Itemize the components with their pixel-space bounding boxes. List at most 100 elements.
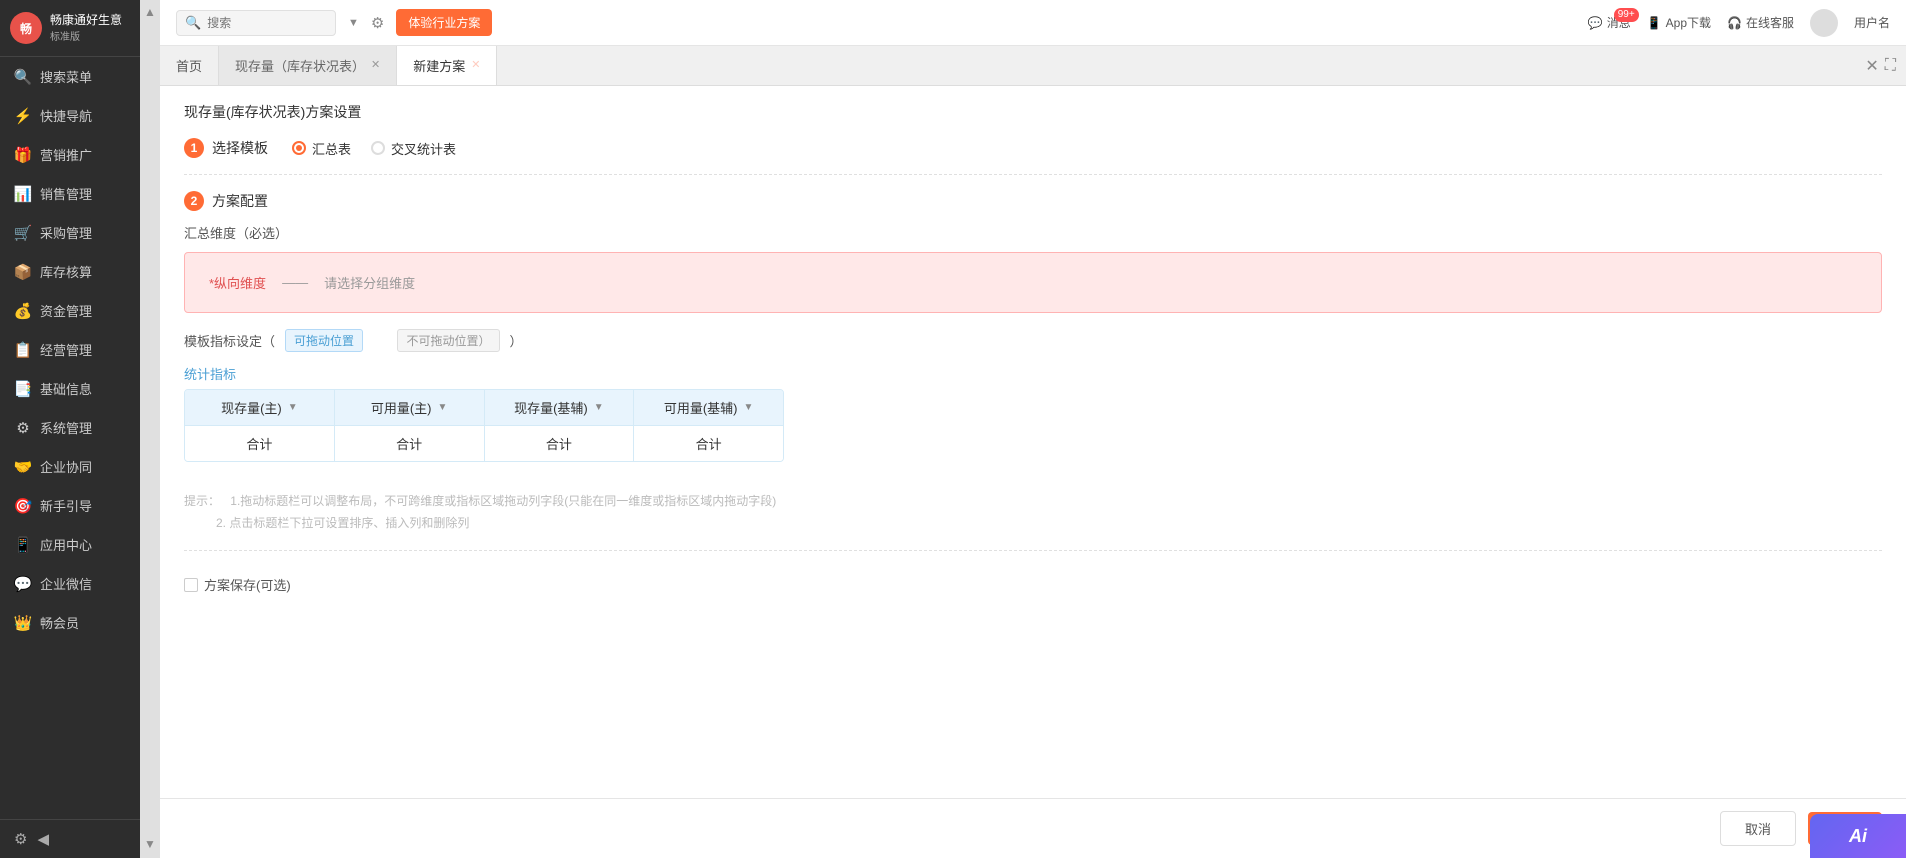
stats-section: 统计指标 现存量(主) ▼ 可用量(主) ▼ <box>184 364 1882 465</box>
stats-col0-label: 现存量(主) <box>221 398 282 417</box>
app-download-button[interactable]: 📱 App下载 <box>1647 14 1711 31</box>
indicator-close-paren: ） <box>510 331 523 350</box>
stats-col0-chevron[interactable]: ▼ <box>288 402 298 413</box>
vip-icon: 👑 <box>14 614 32 632</box>
trial-button[interactable]: 体验行业方案 <box>396 9 492 36</box>
sidebar-item-label: 企业微信 <box>40 574 92 593</box>
quick-nav-icon: ⚡ <box>14 107 32 125</box>
tab-new-scheme[interactable]: 新建方案 ✕ <box>397 46 497 85</box>
sidebar-item-label: 库存核算 <box>40 262 92 281</box>
page-title: 现存量(库存状况表)方案设置 <box>184 102 1882 122</box>
stats-body-row-0: 合计 合计 合计 合计 <box>185 425 783 461</box>
search-box[interactable]: 🔍 <box>176 10 336 36</box>
cancel-button[interactable]: 取消 <box>1720 811 1796 846</box>
sidebar-nav: 🔍 搜索菜单 ⚡ 快捷导航 🎁 营销推广 📊 销售管理 🛒 采购管理 📦 库存核… <box>0 57 140 819</box>
tab-new-scheme-close-icon[interactable]: ✕ <box>471 60 480 71</box>
tab-expand-icon[interactable]: ⛶ <box>1885 57 1896 75</box>
sidebar-item-label: 采购管理 <box>40 223 92 242</box>
ai-badge-label: Ai <box>1849 826 1867 847</box>
footer-settings-icon[interactable]: ⚙ <box>14 830 27 848</box>
app-center-icon: 📱 <box>14 536 32 554</box>
tab-home[interactable]: 首页 <box>160 46 219 85</box>
stats-header-cell-2[interactable]: 现存量(基辅) ▼ <box>485 390 635 425</box>
service-label: 在线客服 <box>1746 14 1794 31</box>
app-name: 畅康通好生意 <box>50 13 122 29</box>
indicator-settings-label: 模板指标设定（ 可拖动位置 不可拖动位置） ） <box>184 329 1882 352</box>
topbar: 🔍 ▼ ⚙ 体验行业方案 💬 消息 99+ 📱 App下载 🎧 在线客服 用户名 <box>160 0 1906 46</box>
section1-title: 选择模板 <box>212 138 268 158</box>
stats-header-cell-3[interactable]: 可用量(基辅) ▼ <box>634 390 783 425</box>
app-name-block: 畅康通好生意 标准版 <box>50 13 122 44</box>
tips-text-2: 2. 点击标题栏下拉可设置排序、插入列和删除列 <box>184 513 469 535</box>
sidebar-item-label: 销售管理 <box>40 184 92 203</box>
section-divider-1 <box>184 174 1882 175</box>
sidebar-item-system[interactable]: ⚙ 系统管理 <box>0 408 140 447</box>
sidebar-item-operation[interactable]: 📋 经营管理 <box>0 330 140 369</box>
inventory-icon: 📦 <box>14 263 32 281</box>
search-menu-icon: 🔍 <box>14 68 32 86</box>
stats-cell-0-1: 合计 <box>335 426 485 461</box>
sidebar-item-quick-nav[interactable]: ⚡ 快捷导航 <box>0 96 140 135</box>
sidebar-item-finance[interactable]: 💰 资金管理 <box>0 291 140 330</box>
dimension-area[interactable]: *纵向维度 —— 请选择分组维度 <box>184 252 1882 313</box>
tab-close-all-icon[interactable]: ✕ <box>1865 56 1878 76</box>
search-icon: 🔍 <box>185 15 201 31</box>
dimension-placeholder: 请选择分组维度 <box>324 273 415 292</box>
tips-item-1: 提示： 1.拖动标题栏可以调整布局，不可跨维度或指标区域拖动列字段(只能在同一维… <box>184 491 1882 513</box>
sidebar-item-label: 应用中心 <box>40 535 92 554</box>
scroll-down-arrow[interactable]: ▼ <box>144 834 156 856</box>
stats-col3-chevron[interactable]: ▼ <box>744 402 754 413</box>
stats-header-cell-0[interactable]: 现存量(主) ▼ <box>185 390 335 425</box>
save-label: 方案保存(可选) <box>204 575 291 594</box>
marketing-icon: 🎁 <box>14 146 32 164</box>
sidebar-item-new-guide[interactable]: 🎯 新手引导 <box>0 486 140 525</box>
sidebar-item-label: 经营管理 <box>40 340 92 359</box>
sidebar-item-cooperation[interactable]: 🤝 企业协同 <box>0 447 140 486</box>
ai-badge[interactable]: Ai <box>1810 814 1906 858</box>
sidebar-item-vip[interactable]: 👑 畅会员 <box>0 603 140 642</box>
section-template: 1 选择模板 汇总表 交叉统计表 <box>184 138 1882 158</box>
search-dropdown-icon[interactable]: ▼ <box>348 17 359 29</box>
section2-number: 2 <box>184 191 204 211</box>
avatar[interactable] <box>1810 9 1838 37</box>
dimension-required-text: *纵向维度 <box>209 273 266 292</box>
gear-icon[interactable]: ⚙ <box>371 14 384 32</box>
sidebar-item-app-center[interactable]: 📱 应用中心 <box>0 525 140 564</box>
action-bar: 取消 查询 <box>160 798 1906 858</box>
main-area: 🔍 ▼ ⚙ 体验行业方案 💬 消息 99+ 📱 App下载 🎧 在线客服 用户名 <box>160 0 1906 858</box>
radio-summary[interactable]: 汇总表 <box>292 139 351 158</box>
radio-cross-dot <box>371 141 385 155</box>
footer-collapse-icon[interactable]: ◀ <box>37 830 49 848</box>
app-logo-icon: 畅 <box>10 12 42 44</box>
sidebar-item-basic-info[interactable]: 📑 基础信息 <box>0 369 140 408</box>
sidebar-item-purchase[interactable]: 🛒 采购管理 <box>0 213 140 252</box>
save-checkbox[interactable] <box>184 578 198 592</box>
stats-header-cell-1[interactable]: 可用量(主) ▼ <box>335 390 485 425</box>
sidebar-item-wechat[interactable]: 💬 企业微信 <box>0 564 140 603</box>
message-button[interactable]: 💬 消息 99+ <box>1588 14 1631 31</box>
radio-cross[interactable]: 交叉统计表 <box>371 139 456 158</box>
operation-icon: 📋 <box>14 341 32 359</box>
username[interactable]: 用户名 <box>1854 14 1890 31</box>
tips-title: 提示： <box>184 494 227 508</box>
sidebar-item-marketing[interactable]: 🎁 营销推广 <box>0 135 140 174</box>
indicator-draggable-tag: 可拖动位置 <box>285 329 363 352</box>
indicator-separator <box>373 333 387 348</box>
tab-inventory-status[interactable]: 现存量（库存状况表） ✕ <box>219 46 397 85</box>
stats-col2-label: 现存量(基辅) <box>514 398 588 417</box>
search-input[interactable] <box>207 16 327 30</box>
stats-col3-label: 可用量(基辅) <box>664 398 738 417</box>
sidebar-logo: 畅 畅康通好生意 标准版 <box>0 0 140 57</box>
tab-inventory-close-icon[interactable]: ✕ <box>371 60 380 71</box>
stats-col2-chevron[interactable]: ▼ <box>594 402 604 413</box>
sidebar-item-label: 企业协同 <box>40 457 92 476</box>
stats-col1-chevron[interactable]: ▼ <box>438 402 448 413</box>
save-area: 方案保存(可选) <box>184 575 1882 594</box>
scroll-up-arrow[interactable]: ▲ <box>144 2 156 24</box>
cooperation-icon: 🤝 <box>14 458 32 476</box>
online-service-button[interactable]: 🎧 在线客服 <box>1727 14 1794 31</box>
sidebar-item-inventory[interactable]: 📦 库存核算 <box>0 252 140 291</box>
sidebar-item-sales[interactable]: 📊 销售管理 <box>0 174 140 213</box>
tips-item-2: 2. 点击标题栏下拉可设置排序、插入列和删除列 <box>184 513 1882 535</box>
sidebar-item-search-menu[interactable]: 🔍 搜索菜单 <box>0 57 140 96</box>
